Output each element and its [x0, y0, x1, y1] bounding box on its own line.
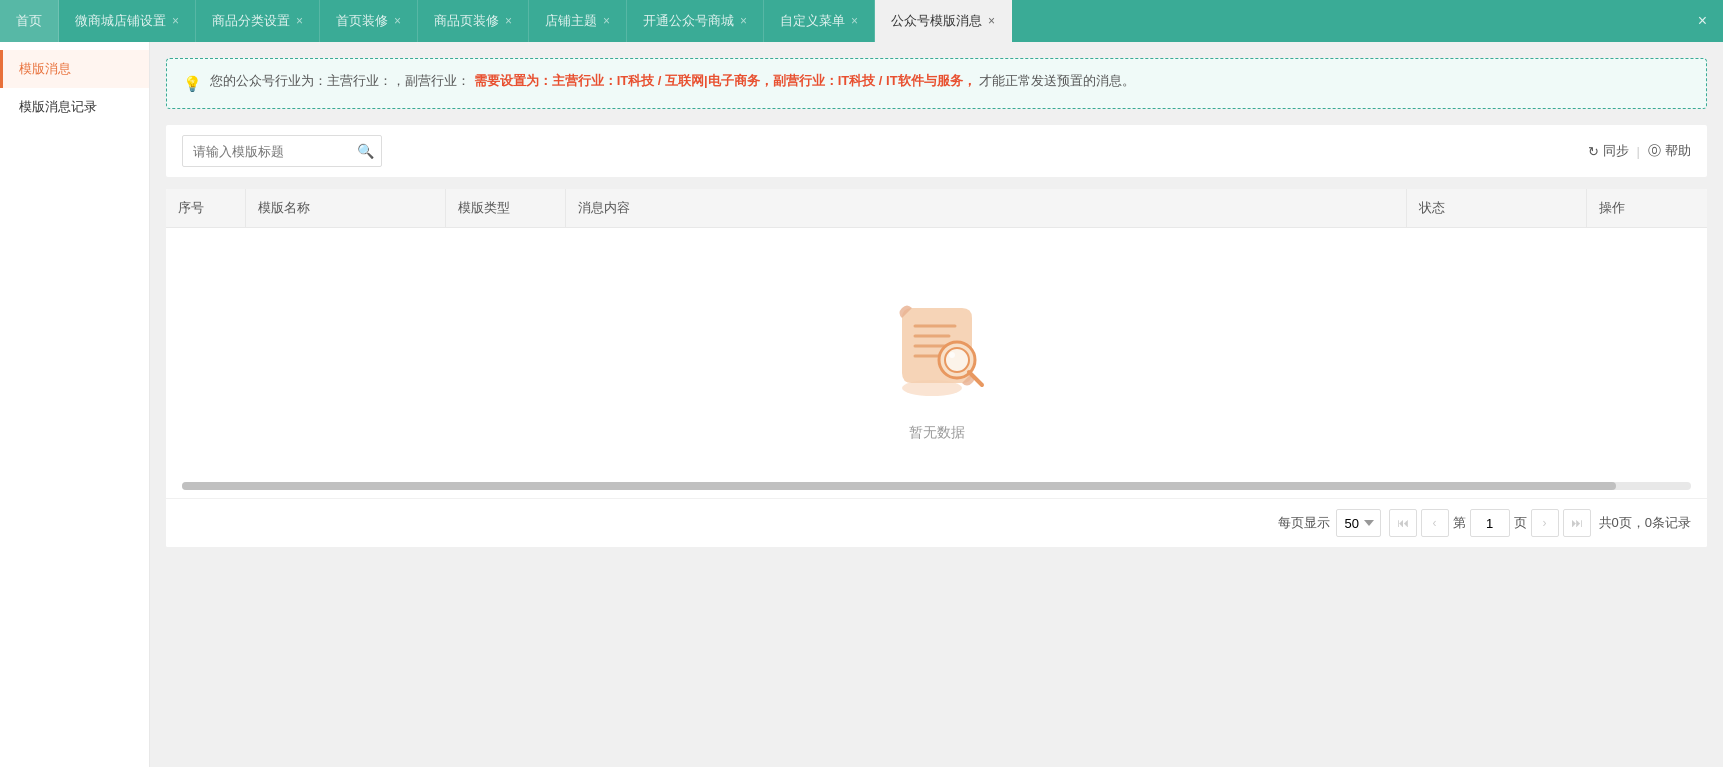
close-tab-store-settings[interactable]: × — [172, 14, 179, 28]
search-bar: 🔍 ↻ 同步 | ⓪ 帮助 — [166, 125, 1707, 177]
tab-product-decor[interactable]: 商品页装修 × — [418, 0, 529, 42]
page-input[interactable] — [1470, 509, 1510, 537]
tab-store-theme[interactable]: 店铺主题 × — [529, 0, 627, 42]
col-template-name: 模版名称 — [246, 189, 446, 227]
table-header: 序号 模版名称 模版类型 消息内容 状态 操作 — [166, 189, 1707, 228]
col-message-content: 消息内容 — [566, 189, 1407, 227]
col-operation: 操作 — [1587, 189, 1707, 227]
scrollbar-row — [166, 482, 1707, 498]
prev-page-btn[interactable]: ‹ — [1421, 509, 1449, 537]
close-tab-template[interactable]: × — [988, 14, 995, 28]
tab-open-wechat-mall[interactable]: 开通公众号商城 × — [627, 0, 764, 42]
per-page-wrapper: 每页显示 50 20 10 — [1278, 509, 1381, 537]
first-page-btn[interactable]: ⏮ — [1389, 509, 1417, 537]
search-button[interactable]: 🔍 — [357, 143, 374, 159]
close-tab-product[interactable]: × — [505, 14, 512, 28]
sidebar: 模版消息 模版消息记录 — [0, 42, 150, 767]
tab-category-settings[interactable]: 商品分类设置 × — [196, 0, 320, 42]
divider: | — [1637, 144, 1640, 159]
last-page-btn[interactable]: ⏭ — [1563, 509, 1591, 537]
search-input-wrapper: 🔍 — [182, 135, 382, 167]
table-wrapper: 序号 模版名称 模版类型 消息内容 状态 操作 — [166, 189, 1707, 547]
next-page-btn[interactable]: › — [1531, 509, 1559, 537]
col-template-type: 模版类型 — [446, 189, 566, 227]
sync-icon: ↻ — [1588, 144, 1599, 159]
fake-scrollbar — [182, 482, 1691, 490]
close-all-tabs[interactable]: × — [1682, 0, 1723, 42]
pagination: 每页显示 50 20 10 ⏮ ‹ 第 页 › ⏭ 共0页，0条记录 — [166, 498, 1707, 547]
close-tab-category[interactable]: × — [296, 14, 303, 28]
help-icon: ⓪ — [1648, 142, 1661, 160]
sidebar-item-template-message-log[interactable]: 模版消息记录 — [0, 88, 149, 126]
svg-point-8 — [949, 352, 955, 358]
close-tab-wechat-mall[interactable]: × — [740, 14, 747, 28]
page-label-before: 第 — [1453, 514, 1466, 532]
search-right: ↻ 同步 | ⓪ 帮助 — [1588, 142, 1691, 160]
svg-point-6 — [945, 348, 969, 372]
scrollbar-thumb — [182, 482, 1616, 490]
top-nav: 首页 微商城店铺设置 × 商品分类设置 × 首页装修 × 商品页装修 × 店铺主… — [0, 0, 1723, 42]
search-left: 🔍 — [182, 135, 382, 167]
help-button[interactable]: ⓪ 帮助 — [1648, 142, 1691, 160]
tab-homepage-decor[interactable]: 首页装修 × — [320, 0, 418, 42]
tab-store-settings[interactable]: 微商城店铺设置 × — [59, 0, 196, 42]
empty-illustration — [877, 288, 997, 408]
col-status: 状态 — [1407, 189, 1587, 227]
per-page-label: 每页显示 — [1278, 514, 1330, 532]
sync-button[interactable]: ↻ 同步 — [1588, 142, 1629, 160]
notice-text: 您的公众号行业为：主营行业：，副营行业： 需要设置为：主营行业：IT科技 / 互… — [210, 71, 1135, 92]
content-area: 💡 您的公众号行业为：主营行业：，副营行业： 需要设置为：主营行业：IT科技 /… — [150, 42, 1723, 767]
search-input[interactable] — [182, 135, 382, 167]
main-layout: 模版消息 模版消息记录 💡 您的公众号行业为：主营行业：，副营行业： 需要设置为… — [0, 42, 1723, 767]
page-size-select[interactable]: 50 20 10 — [1336, 509, 1381, 537]
tab-custom-menu[interactable]: 自定义菜单 × — [764, 0, 875, 42]
tab-template-message[interactable]: 公众号模版消息 × — [875, 0, 1012, 42]
sidebar-item-template-message[interactable]: 模版消息 — [0, 50, 149, 88]
pagination-nav: ⏮ ‹ 第 页 › ⏭ — [1389, 509, 1591, 537]
empty-state: 暂无数据 — [166, 228, 1707, 482]
col-index: 序号 — [166, 189, 246, 227]
empty-text: 暂无数据 — [909, 424, 965, 442]
close-tab-theme[interactable]: × — [603, 14, 610, 28]
bulb-icon: 💡 — [183, 72, 202, 96]
close-tab-custom-menu[interactable]: × — [851, 14, 858, 28]
page-label: 页 — [1514, 514, 1527, 532]
close-tab-homepage[interactable]: × — [394, 14, 401, 28]
notice-banner: 💡 您的公众号行业为：主营行业：，副营行业： 需要设置为：主营行业：IT科技 /… — [166, 58, 1707, 109]
total-info: 共0页，0条记录 — [1599, 514, 1691, 532]
tab-home[interactable]: 首页 — [0, 0, 59, 42]
